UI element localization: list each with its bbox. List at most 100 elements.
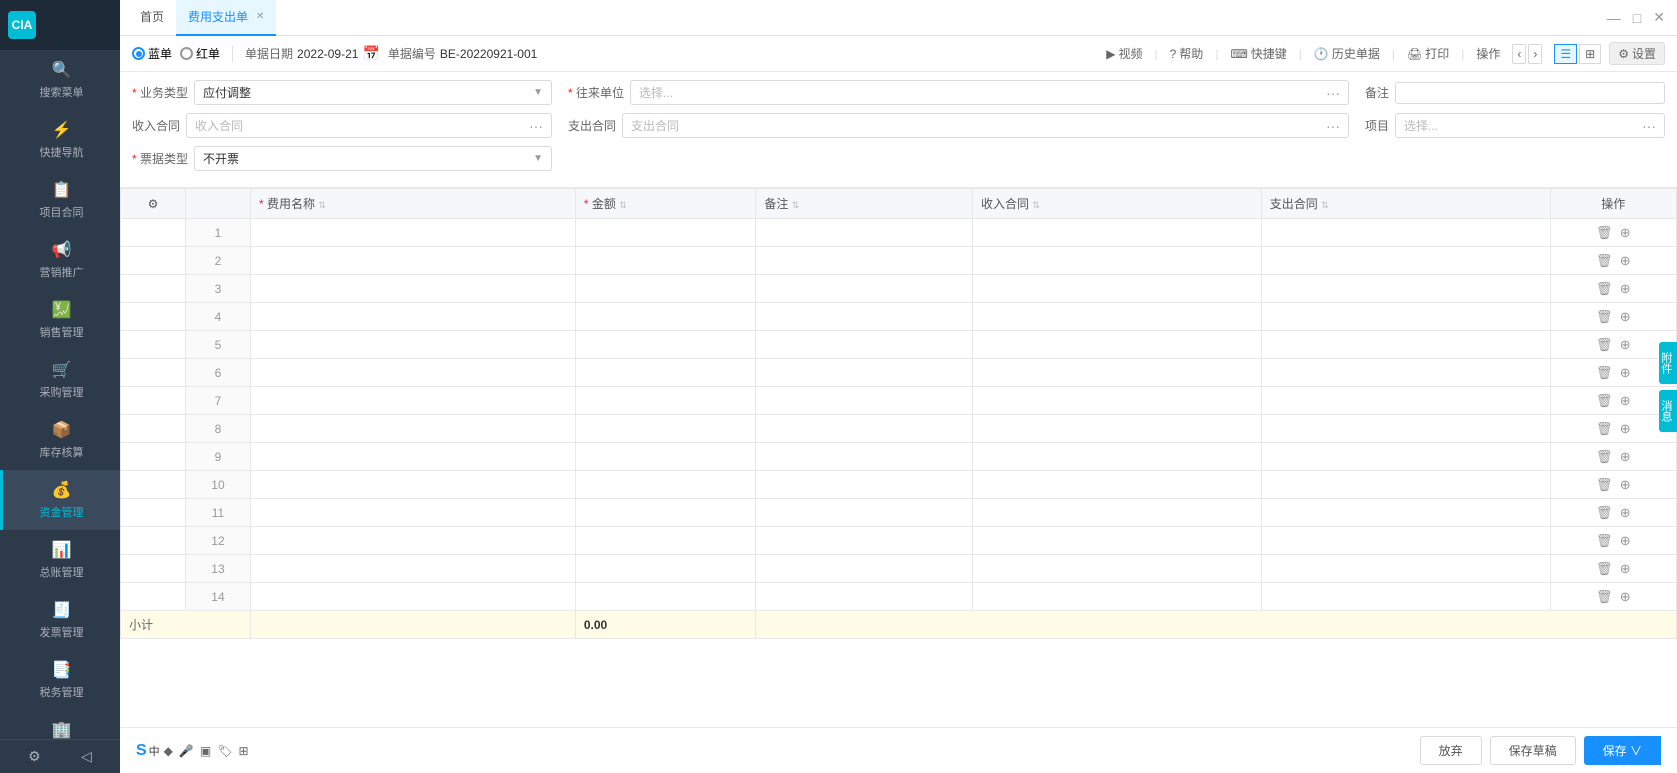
row-remark[interactable] bbox=[756, 583, 973, 611]
btn-print[interactable]: 🖨 打印 bbox=[1403, 43, 1453, 64]
row-remark[interactable] bbox=[756, 219, 973, 247]
copy-row-icon[interactable]: ⊕ bbox=[1620, 421, 1631, 436]
row-amount[interactable] bbox=[575, 415, 756, 443]
income-contract-input[interactable]: 收入合同 ··· bbox=[186, 113, 552, 138]
row-expense-contract[interactable] bbox=[1261, 499, 1550, 527]
project-input[interactable]: 选择... ··· bbox=[1395, 113, 1665, 138]
row-remark[interactable] bbox=[756, 387, 973, 415]
row-amount[interactable] bbox=[575, 583, 756, 611]
row-income-contract[interactable] bbox=[972, 303, 1261, 331]
row-expense-name[interactable] bbox=[250, 275, 575, 303]
income-more-icon[interactable]: ··· bbox=[529, 118, 543, 134]
row-remark[interactable] bbox=[756, 443, 973, 471]
row-income-contract[interactable] bbox=[972, 555, 1261, 583]
row-expense-contract[interactable] bbox=[1261, 331, 1550, 359]
settings-icon[interactable]: ⚙ bbox=[28, 748, 41, 765]
delete-row-icon[interactable]: 🗑 bbox=[1596, 505, 1613, 520]
sidebar-item-quick-nav[interactable]: ⚡ 快捷导航 bbox=[0, 110, 120, 170]
sidebar-item-purchase[interactable]: 🛒 采购管理 bbox=[0, 350, 120, 410]
delete-row-icon[interactable]: 🗑 bbox=[1596, 365, 1613, 380]
sidebar-item-inventory[interactable]: 📦 库存核算 bbox=[0, 410, 120, 470]
btn-history[interactable]: 🕐 历史单据 bbox=[1310, 43, 1384, 64]
remark-input[interactable] bbox=[1395, 82, 1665, 104]
more-icon[interactable]: ··· bbox=[1326, 85, 1340, 101]
delete-row-icon[interactable]: 🗑 bbox=[1596, 477, 1613, 492]
name-sort-icon[interactable]: ⇅ bbox=[318, 200, 326, 210]
row-expense-name[interactable] bbox=[250, 443, 575, 471]
copy-row-icon[interactable]: ⊕ bbox=[1620, 477, 1631, 492]
tab-expense[interactable]: 费用支出单 ✕ bbox=[176, 0, 276, 36]
sidebar-item-tax[interactable]: 📑 税务管理 bbox=[0, 650, 120, 710]
row-expense-name[interactable] bbox=[250, 583, 575, 611]
counterpart-input[interactable]: 选择... ··· bbox=[630, 80, 1349, 105]
copy-row-icon[interactable]: ⊕ bbox=[1620, 589, 1631, 604]
row-expense-name[interactable] bbox=[250, 527, 575, 555]
row-expense-name[interactable] bbox=[250, 415, 575, 443]
settings-button[interactable]: ⚙ 设置 bbox=[1609, 42, 1665, 65]
row-income-contract[interactable] bbox=[972, 275, 1261, 303]
row-amount[interactable] bbox=[575, 527, 756, 555]
row-income-contract[interactable] bbox=[972, 415, 1261, 443]
delete-row-icon[interactable]: 🗑 bbox=[1596, 253, 1613, 268]
row-amount[interactable] bbox=[575, 555, 756, 583]
row-remark[interactable] bbox=[756, 471, 973, 499]
delete-row-icon[interactable]: 🗑 bbox=[1596, 225, 1613, 240]
row-expense-contract[interactable] bbox=[1261, 247, 1550, 275]
row-amount[interactable] bbox=[575, 331, 756, 359]
row-income-contract[interactable] bbox=[972, 583, 1261, 611]
delete-row-icon[interactable]: 🗑 bbox=[1596, 337, 1613, 352]
next-btn[interactable]: › bbox=[1528, 44, 1542, 64]
col-gear-header[interactable]: ⚙ bbox=[121, 189, 186, 219]
view-grid-btn[interactable]: ⊞ bbox=[1579, 44, 1601, 64]
copy-row-icon[interactable]: ⊕ bbox=[1620, 365, 1631, 380]
sidebar-item-fixed-assets[interactable]: 🏢 固定资产 bbox=[0, 710, 120, 739]
copy-row-icon[interactable]: ⊕ bbox=[1620, 393, 1631, 408]
row-income-contract[interactable] bbox=[972, 331, 1261, 359]
amount-sort-icon[interactable]: ⇅ bbox=[619, 200, 627, 210]
delete-row-icon[interactable]: 🗑 bbox=[1596, 309, 1613, 324]
volume-icon[interactable]: ◁ bbox=[81, 748, 92, 765]
row-expense-contract[interactable] bbox=[1261, 359, 1550, 387]
delete-row-icon[interactable]: 🗑 bbox=[1596, 281, 1613, 296]
copy-row-icon[interactable]: ⊕ bbox=[1620, 533, 1631, 548]
row-remark[interactable] bbox=[756, 331, 973, 359]
row-amount[interactable] bbox=[575, 499, 756, 527]
sidebar-item-accounting[interactable]: 📊 总账管理 bbox=[0, 530, 120, 590]
row-remark[interactable] bbox=[756, 415, 973, 443]
row-expense-contract[interactable] bbox=[1261, 527, 1550, 555]
row-expense-name[interactable] bbox=[250, 555, 575, 583]
row-expense-name[interactable] bbox=[250, 331, 575, 359]
row-expense-contract[interactable] bbox=[1261, 275, 1550, 303]
tab-expense-close[interactable]: ✕ bbox=[256, 11, 264, 22]
copy-row-icon[interactable]: ⊕ bbox=[1620, 337, 1631, 352]
row-expense-name[interactable] bbox=[250, 387, 575, 415]
copy-row-icon[interactable]: ⊕ bbox=[1620, 225, 1631, 240]
delete-row-icon[interactable]: 🗑 bbox=[1596, 393, 1613, 408]
calendar-icon[interactable]: 📅 bbox=[362, 45, 379, 62]
window-maximize[interactable]: □ bbox=[1629, 8, 1645, 28]
business-type-input[interactable]: 应付调整 ▼ bbox=[194, 80, 552, 105]
row-expense-name[interactable] bbox=[250, 247, 575, 275]
btn-video[interactable]: ▶ 视频 bbox=[1102, 43, 1146, 64]
expense-contract-input[interactable]: 支出合同 ··· bbox=[622, 113, 1349, 138]
row-amount[interactable] bbox=[575, 443, 756, 471]
row-income-contract[interactable] bbox=[972, 499, 1261, 527]
expense-more-icon[interactable]: ··· bbox=[1326, 118, 1340, 134]
row-remark[interactable] bbox=[756, 359, 973, 387]
sidebar-item-project[interactable]: 📋 项目合同 bbox=[0, 170, 120, 230]
copy-row-icon[interactable]: ⊕ bbox=[1620, 505, 1631, 520]
row-expense-contract[interactable] bbox=[1261, 387, 1550, 415]
row-income-contract[interactable] bbox=[972, 527, 1261, 555]
message-btn[interactable]: 消息 bbox=[1659, 390, 1677, 432]
row-amount[interactable] bbox=[575, 247, 756, 275]
sidebar-item-fund[interactable]: 💰 资金管理 bbox=[0, 470, 120, 530]
delete-row-icon[interactable]: 🗑 bbox=[1596, 449, 1613, 464]
row-income-contract[interactable] bbox=[972, 387, 1261, 415]
sidebar-item-search[interactable]: 🔍 搜索菜单 bbox=[0, 50, 120, 110]
row-expense-contract[interactable] bbox=[1261, 443, 1550, 471]
row-expense-name[interactable] bbox=[250, 303, 575, 331]
delete-row-icon[interactable]: 🗑 bbox=[1596, 533, 1613, 548]
row-expense-name[interactable] bbox=[250, 499, 575, 527]
radio-blue[interactable]: 蓝单 bbox=[132, 45, 172, 62]
radio-red[interactable]: 红单 bbox=[180, 45, 220, 62]
